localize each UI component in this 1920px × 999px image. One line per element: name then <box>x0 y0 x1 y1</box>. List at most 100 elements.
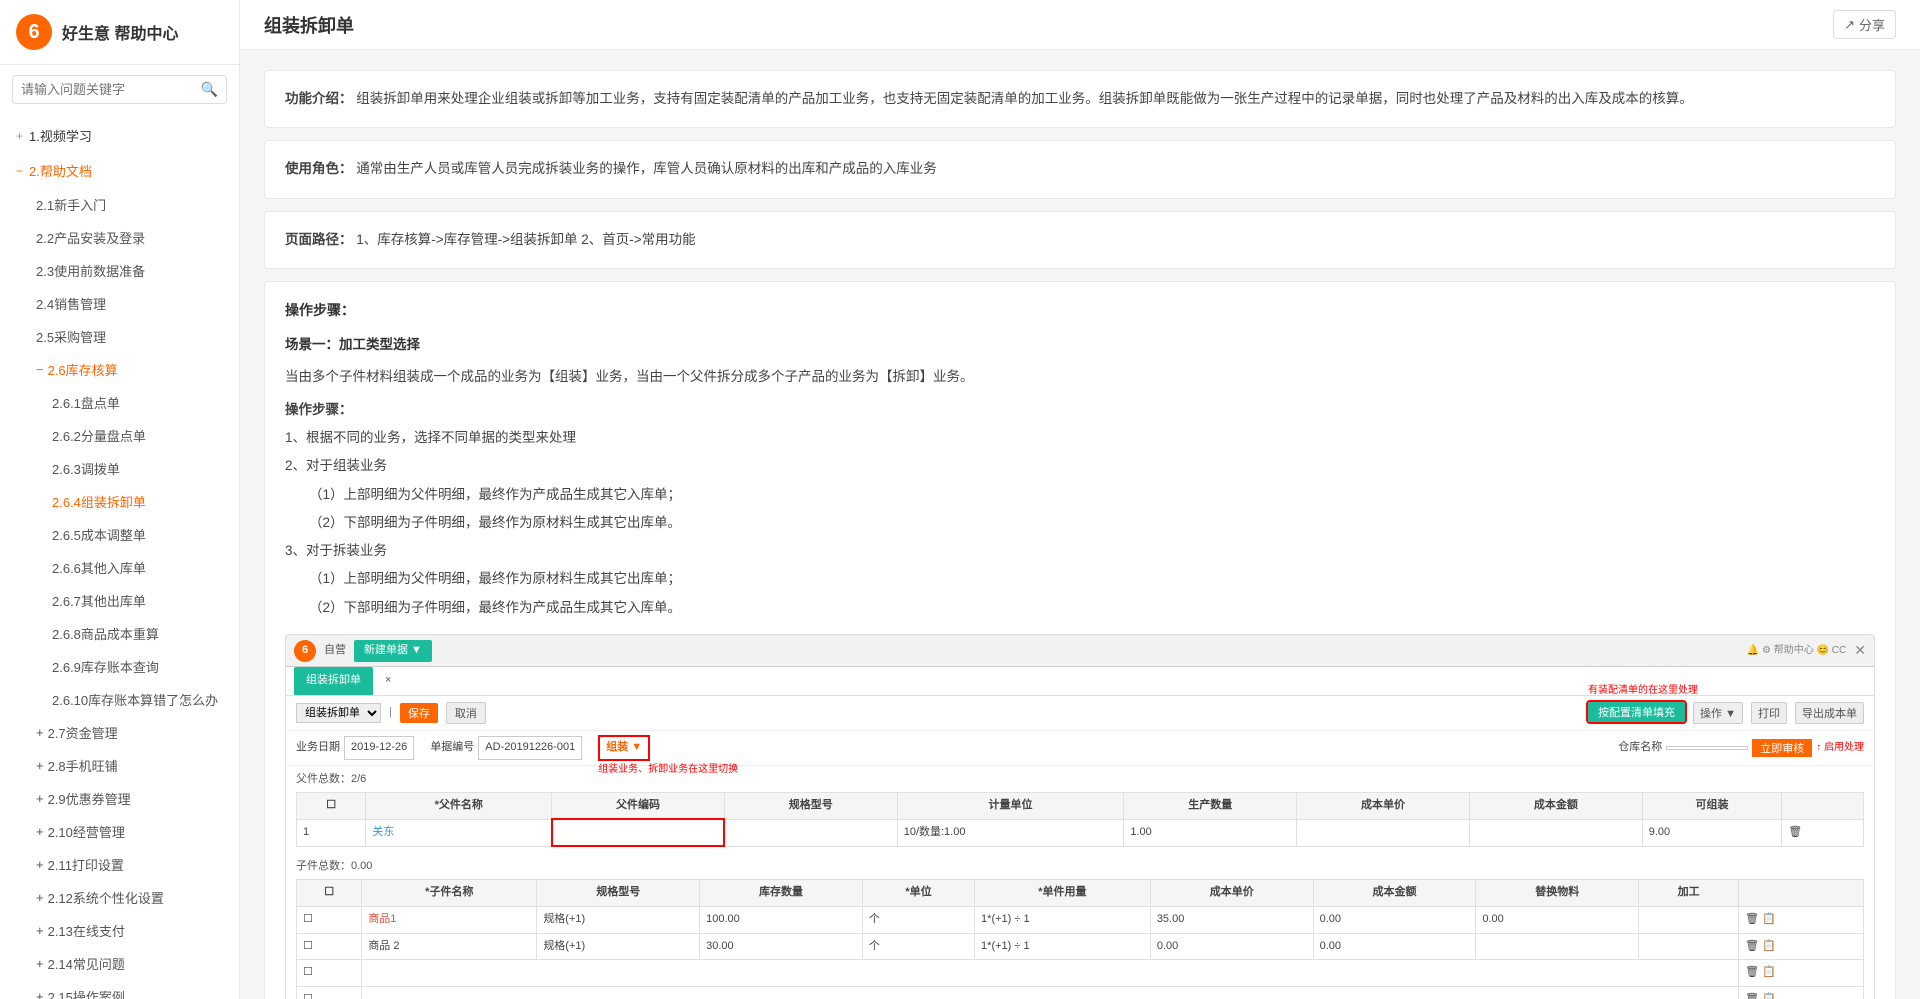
lower-table-header: ☐ *子件名称 规格型号 库存数量 *单位 *单件用量 成本单价 成本金额 替换… <box>297 880 1864 907</box>
expand-icon: + <box>16 129 23 143</box>
lcol-cost: 成本金额 <box>1313 880 1476 907</box>
col-check: ☐ <box>297 792 366 819</box>
biz-label: 单据编号 <box>430 738 474 758</box>
sidebar-item-cost-adjust[interactable]: 2.6.5成本调整单 <box>0 518 239 551</box>
sidebar-item-print[interactable]: +2.11打印设置 <box>0 848 239 881</box>
role-label: 使用角色： <box>285 161 353 176</box>
cell-qty: 10/数量:1.00 <box>897 819 1124 846</box>
search-input[interactable] <box>21 82 201 97</box>
step2: 2、对于组装业务 <box>285 454 1875 478</box>
sidebar-item-settings[interactable]: +2.12系统个性化设置 <box>0 881 239 914</box>
sim-export-btn[interactable]: 导出成本单 <box>1795 702 1864 724</box>
sim-assemble-toggle[interactable]: 组装 ▼ <box>598 735 650 761</box>
sidebar-item-other-out[interactable]: 2.6.7其他出库单 <box>0 584 239 617</box>
sidebar: 6 好生意 帮助中心 🔍 + 1.视频学习 − 2.帮助文档 2.1新手入门 2… <box>0 0 240 999</box>
sim-save-btn[interactable]: 保存 <box>400 703 438 723</box>
sidebar-item-install[interactable]: 2.2产品安装及登录 <box>0 221 239 254</box>
sidebar-item-video[interactable]: + 1.视频学习 <box>0 118 239 153</box>
lcol-qty: *单位 <box>862 880 974 907</box>
sim-lower-table: ☐ *子件名称 规格型号 库存数量 *单位 *单件用量 成本单价 成本金额 替换… <box>296 879 1864 999</box>
intro-card: 功能介绍： 组装拆卸单用来处理企业组装或拆卸等加工业务，支持有固定装配清单的产品… <box>264 70 1896 128</box>
sim-field-biz: 单据编号 AD-20191226-001 <box>430 735 582 761</box>
cell-goods: 关东 <box>366 819 552 846</box>
sidebar-item-other-in[interactable]: 2.6.6其他入库单 <box>0 551 239 584</box>
sim-type-select[interactable]: 组装拆卸单 <box>296 703 381 723</box>
lr1-replace: 0.00 <box>1476 906 1639 933</box>
main-area: 组装拆卸单 ↗ 分享 功能介绍： 组装拆卸单用来处理企业组装或拆卸等加工业务，支… <box>240 0 1920 999</box>
lr3-ops: 🗑 📋 <box>1739 960 1864 987</box>
sidebar-item-faq[interactable]: +2.14常见问题 <box>0 947 239 980</box>
sim-close[interactable]: ✕ <box>1854 638 1866 663</box>
date-value[interactable]: 2019-12-26 <box>344 736 414 760</box>
col-goods: *父件名称 <box>366 792 552 819</box>
search-icon[interactable]: 🔍 <box>201 81 218 98</box>
upper-table-header: ☐ *父件名称 父件编码 规格型号 计量单位 生产数量 成本单价 成本金额 可组… <box>297 792 1864 819</box>
table-row: 1 关东 10/数量:1.00 1.00 9.00 🗑 <box>297 819 1864 846</box>
sidebar-item-stock-check[interactable]: 2.6.9库存账本查询 <box>0 650 239 683</box>
app-name: 好生意 帮助中心 <box>62 20 178 44</box>
lr2-replace <box>1476 933 1639 960</box>
store-value[interactable] <box>1666 746 1748 750</box>
role-card: 使用角色： 通常由生产人员或库管人员完成拆装业务的操作，库管人员确认原材料的出库… <box>264 140 1896 198</box>
lower-row-3: ☐ 🗑 📋 <box>297 960 1864 987</box>
sim-brand: 自营 <box>324 641 346 661</box>
ops-title: 操作步骤： <box>285 298 1875 323</box>
lr1-spec: 100.00 <box>700 906 863 933</box>
sidebar-item-cost-calc[interactable]: 2.6.8商品成本重算 <box>0 617 239 650</box>
sidebar-item-cases[interactable]: +2.15操作案例 <box>0 980 239 999</box>
sidebar-item-mobile[interactable]: +2.8手机旺铺 <box>0 749 239 782</box>
intro-label: 功能介绍： <box>285 91 353 106</box>
annotation-enable-container: ↑ 启用处理 <box>1816 738 1864 758</box>
sim-new-bill: 新建单据 ▼ <box>354 640 432 662</box>
sim-print-btn[interactable]: 打印 <box>1751 702 1787 724</box>
logo-icon: 6 <box>16 14 52 50</box>
lr2-ops: 🗑 📋 <box>1739 933 1864 960</box>
lr2-amount: 1*(+1) ÷ 1 <box>975 933 1151 960</box>
sidebar-item-data[interactable]: 2.3使用前数据准备 <box>0 254 239 287</box>
sidebar-header: 6 好生意 帮助中心 <box>0 0 239 65</box>
sidebar-item-assemble[interactable]: 2.6.4组装拆卸单 <box>0 485 239 518</box>
lr2-code: 规格(+1) <box>537 933 700 960</box>
collapse-icon: − <box>16 164 23 178</box>
sidebar-item-sales[interactable]: 2.4销售管理 <box>0 287 239 320</box>
sim-confirm-btn[interactable]: 立即审核 <box>1752 739 1812 757</box>
store-label: 仓库名称 <box>1618 738 1662 758</box>
sidebar-item-operation[interactable]: +2.10经营管理 <box>0 815 239 848</box>
sidebar-item-inventory-label: 2.6库存核算 <box>48 360 118 379</box>
lr4-check: ☐ <box>297 987 362 999</box>
cell-total <box>1469 819 1642 846</box>
col-total: 成本金额 <box>1469 792 1642 819</box>
sim-cancel-btn[interactable]: 取消 <box>446 702 486 724</box>
sidebar-item-docs[interactable]: − 2.帮助文档 <box>0 153 239 188</box>
sidebar-item-finance[interactable]: +2.7资金管理 <box>0 716 239 749</box>
annotation-enable: ↑ 启用处理 <box>1816 742 1864 753</box>
col-avail: 可组装 <box>1642 792 1781 819</box>
lr1-goods: 商品1 <box>362 906 537 933</box>
sidebar-item-adjust[interactable]: 2.6.3调拨单 <box>0 452 239 485</box>
sim-appbar: 6 自营 新建单据 ▼ 🔔 ⚙ 帮助中心 😊 CC ✕ <box>286 635 1874 667</box>
lcol-code: 规格型号 <box>537 880 700 907</box>
sidebar-item-payment[interactable]: +2.13在线支付 <box>0 914 239 947</box>
sim-annotation-area: 按配置清单填充 有装配清单的在这里处理 <box>1588 702 1685 724</box>
share-button[interactable]: ↗ 分享 <box>1833 10 1896 39</box>
sidebar-item-new[interactable]: 2.1新手入门 <box>0 188 239 221</box>
sidebar-item-account-error[interactable]: 2.6.10库存账本算错了怎么办 <box>0 683 239 716</box>
sidebar-item-coupon[interactable]: +2.9优惠券管理 <box>0 782 239 815</box>
sim-bom-btn[interactable]: 按配置清单填充 <box>1588 702 1685 722</box>
lower-row-2: ☐ 商品 2 规格(+1) 30.00 个 1*(+1) ÷ 1 0.00 0.… <box>297 933 1864 960</box>
cell-avail: 9.00 <box>1642 819 1781 846</box>
lr1-total: 0.00 <box>1313 906 1476 933</box>
sub-step-a1: （1）上部明细为父件明细，最终作为产成品生成其它入库单； <box>309 483 1875 507</box>
annotation-bom: 有装配清单的在这里处理 <box>1588 682 1698 700</box>
biz-value[interactable]: AD-20191226-001 <box>478 736 582 760</box>
sidebar-item-stock-count[interactable]: 2.6.1盘点单 <box>0 386 239 419</box>
sidebar-item-inventory[interactable]: − 2.6库存核算 <box>0 353 239 386</box>
sidebar-item-stock-count2[interactable]: 2.6.2分量盘点单 <box>0 419 239 452</box>
search-box[interactable]: 🔍 <box>12 75 227 104</box>
sim-more-btn[interactable]: 操作 ▼ <box>1693 702 1743 724</box>
lr2-goods: 商品 2 <box>362 933 537 960</box>
sidebar-item-purchase[interactable]: 2.5采购管理 <box>0 320 239 353</box>
share-label: 分享 <box>1859 15 1885 34</box>
lr1-ops: 🗑 📋 <box>1739 906 1864 933</box>
lcol-ops: 加工 <box>1639 880 1739 907</box>
